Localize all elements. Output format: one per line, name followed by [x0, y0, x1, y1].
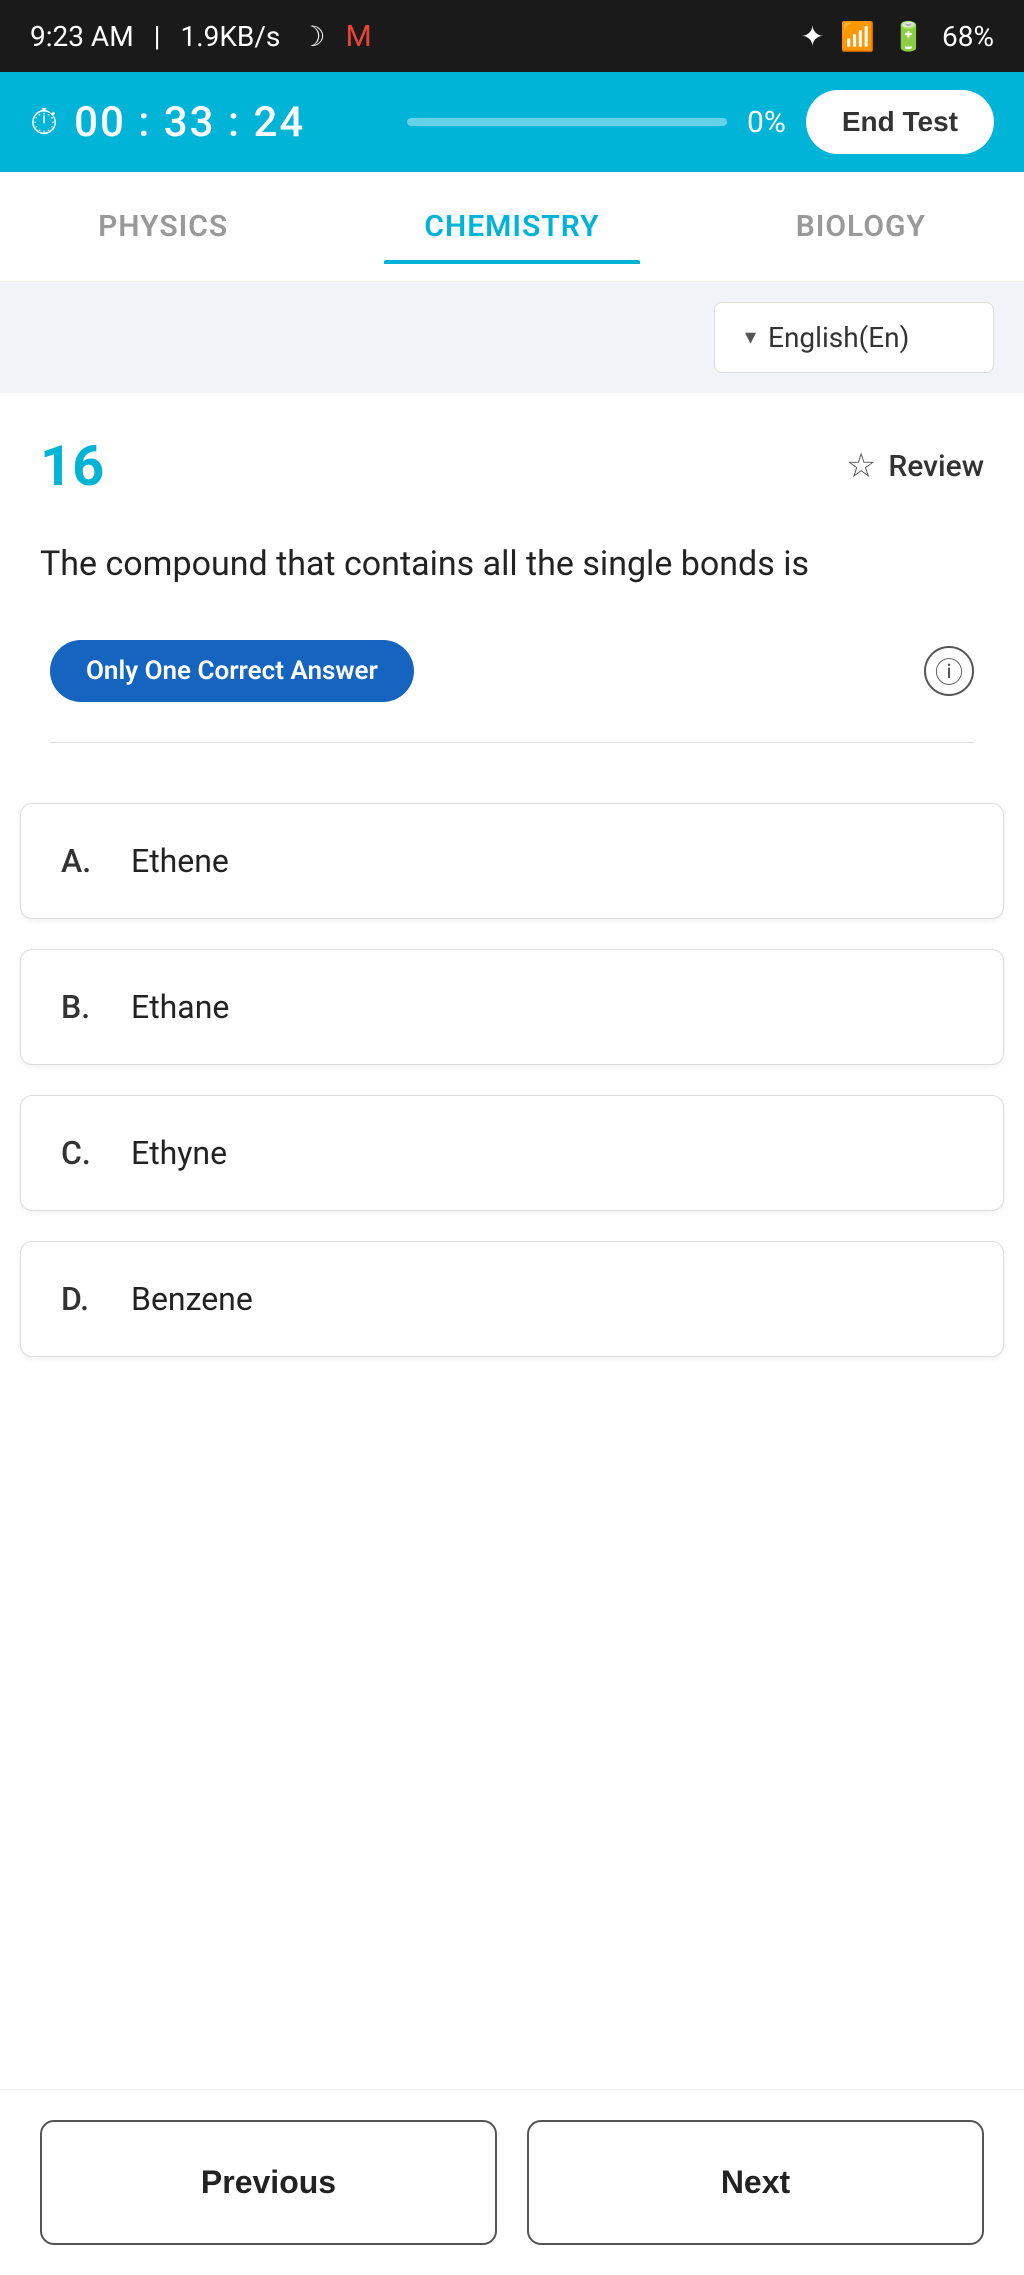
battery-icon: 🔋: [891, 20, 926, 53]
option-d-letter: D.: [61, 1280, 101, 1318]
status-speed: |: [154, 20, 161, 53]
answer-type-section: Only One Correct Answer ⓘ: [40, 640, 984, 702]
status-network-speed: 1.9KB/s: [181, 20, 281, 53]
question-header: 16 ☆ Review: [40, 433, 984, 499]
language-section: ▾ English(En): [0, 282, 1024, 393]
language-label: English(En): [768, 321, 909, 354]
language-dropdown[interactable]: ▾ English(En): [714, 302, 994, 373]
option-b-text: Ethane: [131, 988, 229, 1026]
review-label: Review: [888, 449, 984, 484]
option-a[interactable]: A. Ethene: [20, 803, 1004, 919]
tab-physics[interactable]: PHYSICS: [58, 189, 268, 264]
tab-chemistry[interactable]: CHEMISTRY: [384, 189, 639, 264]
option-d[interactable]: D. Benzene: [20, 1241, 1004, 1357]
bluetooth-icon: ✦: [801, 20, 824, 53]
option-a-text: Ethene: [131, 842, 229, 880]
status-time: 9:23 AM: [30, 20, 134, 53]
gmail-icon: M: [345, 19, 371, 54]
signal-icon: 📶: [840, 20, 875, 53]
divider: [50, 742, 974, 743]
question-number: 16: [40, 433, 104, 499]
tab-biology[interactable]: BIOLOGY: [756, 189, 966, 264]
timer-icon: ⏱: [30, 101, 58, 144]
option-a-letter: A.: [61, 842, 101, 880]
answer-type-badge: Only One Correct Answer: [50, 640, 414, 702]
option-d-text: Benzene: [131, 1280, 253, 1318]
review-button[interactable]: ☆ Review: [846, 446, 984, 486]
chevron-down-icon: ▾: [745, 325, 756, 350]
star-icon: ☆: [846, 446, 876, 486]
info-icon[interactable]: ⓘ: [924, 646, 974, 696]
option-b[interactable]: B. Ethane: [20, 949, 1004, 1065]
timer-bar: ⏱ 00 : 33 : 24 0% End Test: [0, 72, 1024, 172]
option-c-text: Ethyne: [131, 1134, 227, 1172]
battery-percent: 68%: [942, 20, 994, 53]
option-b-letter: B.: [61, 988, 101, 1026]
question-area: 16 ☆ Review The compound that contains a…: [0, 393, 1024, 773]
option-c[interactable]: C. Ethyne: [20, 1095, 1004, 1211]
previous-button[interactable]: Previous: [40, 2120, 497, 2245]
options-container: A. Ethene B. Ethane C. Ethyne D. Benzene: [0, 773, 1024, 1417]
status-right: ✦ 📶 🔋 68%: [801, 20, 994, 53]
next-button[interactable]: Next: [527, 2120, 984, 2245]
timer-display: 00 : 33 : 24: [74, 98, 305, 147]
progress-bar-container: [407, 118, 727, 126]
nav-buttons: Previous Next: [0, 2089, 1024, 2275]
end-test-button[interactable]: End Test: [806, 90, 994, 154]
tabs-container: PHYSICS CHEMISTRY BIOLOGY: [0, 172, 1024, 282]
progress-percent: 0%: [747, 105, 786, 140]
moon-icon: ☽: [300, 20, 325, 53]
option-c-letter: C.: [61, 1134, 101, 1172]
question-text: The compound that contains all the singl…: [40, 539, 984, 590]
status-bar: 9:23 AM | 1.9KB/s ☽ M ✦ 📶 🔋 68%: [0, 0, 1024, 72]
